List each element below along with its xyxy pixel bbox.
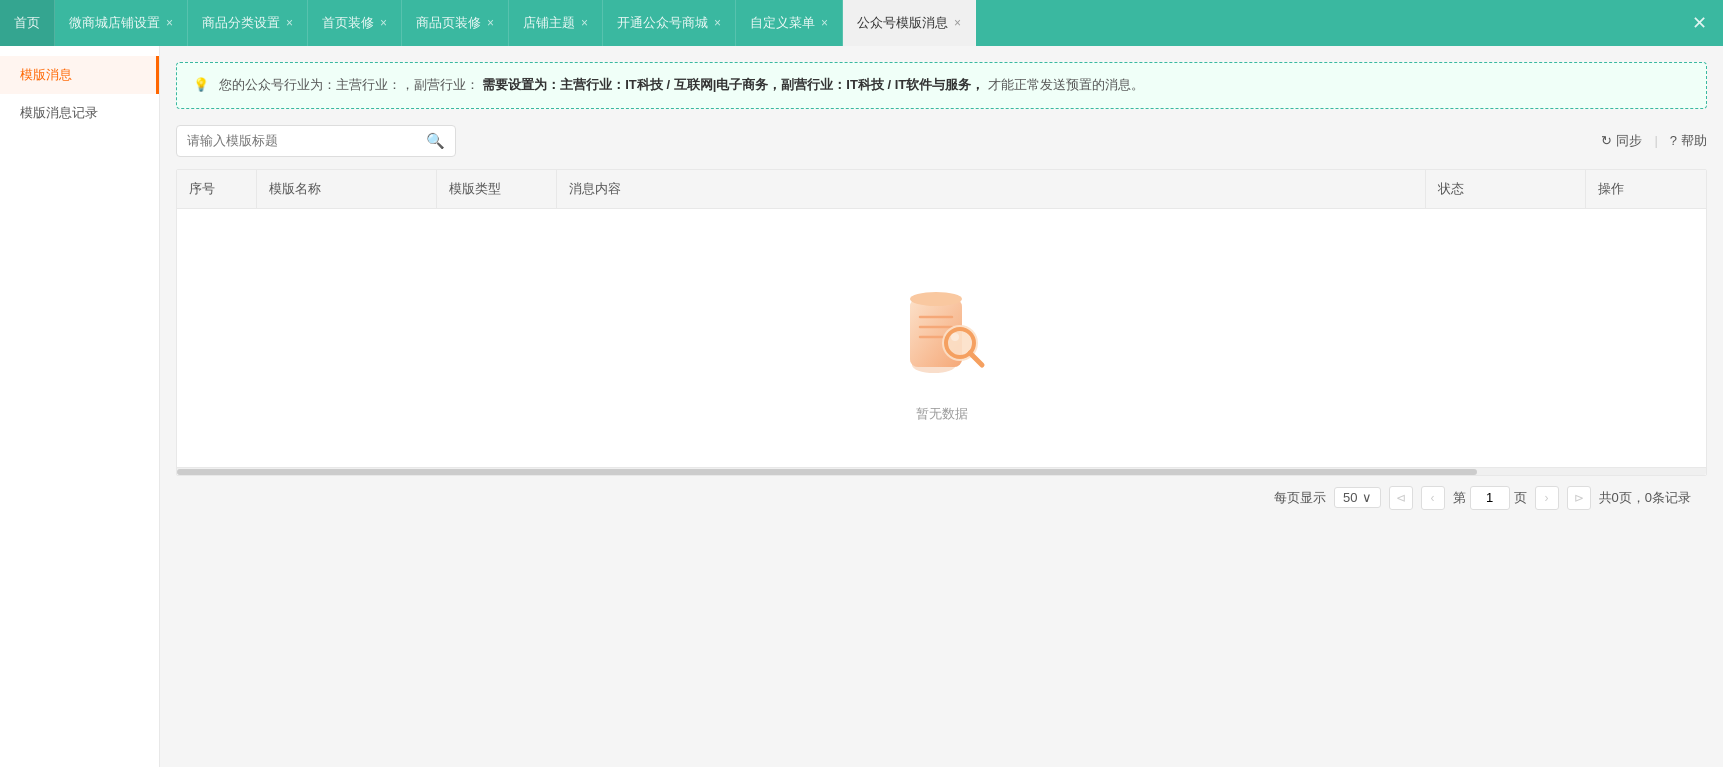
tab-home-decoration[interactable]: 首页装修 × [308,0,402,46]
next-page-button[interactable]: › [1535,486,1559,510]
notice-highlight: 需要设置为：主营行业：IT科技 / 互联网|电子商务，副营行业：IT科技 / I… [482,77,984,92]
tab-custom-menu-label: 自定义菜单 [750,14,815,32]
content-area: 💡 您的公众号行业为：主营行业：，副营行业： 需要设置为：主营行业：IT科技 /… [160,46,1723,767]
tab-custom-menu[interactable]: 自定义菜单 × [736,0,843,46]
chevron-down-icon: ∨ [1362,490,1372,505]
total-info: 共0页，0条记录 [1599,489,1691,507]
th-index: 序号 [177,170,257,208]
sidebar-item-template-message-label: 模版消息 [20,67,72,82]
th-action: 操作 [1586,170,1706,208]
tab-category-settings-label: 商品分类设置 [202,14,280,32]
tab-store-theme[interactable]: 店铺主题 × [509,0,603,46]
search-icon[interactable]: 🔍 [426,132,445,150]
last-page-button[interactable]: ⊳ [1567,486,1591,510]
close-icon[interactable]: × [380,16,387,30]
sync-label: 同步 [1616,132,1642,150]
tab-home-label: 首页 [14,14,40,32]
empty-illustration [882,269,1002,389]
close-icon[interactable]: × [286,16,293,30]
search-input[interactable] [187,133,426,148]
close-icon[interactable]: × [954,16,961,30]
notice-prefix: 您的公众号行业为：主营行业：，副营行业： [219,77,479,92]
pagination: 每页显示 50 ∨ ⊲ ‹ 第 页 › ⊳ 共0页，0条记录 [176,476,1707,520]
tab-wshop-settings[interactable]: 微商城店铺设置 × [55,0,188,46]
table-header: 序号 模版名称 模版类型 消息内容 状态 操作 [177,170,1706,209]
empty-state: 暂无数据 [177,209,1706,463]
tab-wshop-settings-label: 微商城店铺设置 [69,14,160,32]
th-content: 消息内容 [557,170,1426,208]
search-input-wrap[interactable]: 🔍 [176,125,456,157]
tab-template-message-label: 公众号模版消息 [857,14,948,32]
per-page-select[interactable]: 50 ∨ [1334,487,1380,508]
sidebar-item-template-message[interactable]: 模版消息 [0,56,159,94]
help-label: 帮助 [1681,132,1707,150]
per-page-label: 每页显示 [1274,489,1326,507]
tab-home-decoration-label: 首页装修 [322,14,374,32]
tab-open-wechat-mall-label: 开通公众号商城 [617,14,708,32]
per-page-value: 50 [1343,490,1357,505]
tab-open-wechat-mall[interactable]: 开通公众号商城 × [603,0,736,46]
th-name: 模版名称 [257,170,437,208]
data-table: 序号 模版名称 模版类型 消息内容 状态 操作 [176,169,1707,476]
sync-button[interactable]: ↻ 同步 [1601,132,1642,150]
sidebar-item-template-message-records-label: 模版消息记录 [20,105,98,120]
svg-line-9 [970,353,982,365]
tab-category-settings[interactable]: 商品分类设置 × [188,0,308,46]
close-icon[interactable]: × [166,16,173,30]
svg-point-6 [910,292,962,306]
tab-home[interactable]: 首页 [0,0,55,46]
page-number-input[interactable] [1470,486,1510,510]
tab-product-decoration-label: 商品页装修 [416,14,481,32]
sidebar-item-template-message-records[interactable]: 模版消息记录 [0,94,159,132]
help-icon: ? [1670,133,1677,148]
tab-product-decoration[interactable]: 商品页装修 × [402,0,509,46]
close-all-button[interactable]: ✕ [1676,12,1723,34]
notice-box: 💡 您的公众号行业为：主营行业：，副营行业： 需要设置为：主营行业：IT科技 /… [176,62,1707,109]
svg-point-10 [951,333,959,341]
close-all-icon: ✕ [1692,13,1707,33]
first-page-button[interactable]: ⊲ [1389,486,1413,510]
search-actions: ↻ 同步 | ? 帮助 [1601,132,1707,150]
top-nav: 首页 微商城店铺设置 × 商品分类设置 × 首页装修 × 商品页装修 × 店铺主… [0,0,1723,46]
page-suffix: 页 [1514,489,1527,507]
sync-icon: ↻ [1601,133,1612,148]
th-type: 模版类型 [437,170,557,208]
close-icon[interactable]: × [714,16,721,30]
close-icon[interactable]: × [581,16,588,30]
page-input-wrap: 第 页 [1453,486,1527,510]
sidebar: 模版消息 模版消息记录 [0,46,160,767]
page-label: 第 [1453,489,1466,507]
scrollbar-thumb[interactable] [177,469,1477,475]
scrollbar-track[interactable] [177,467,1706,475]
notice-suffix: 才能正常发送预置的消息。 [988,77,1144,92]
main-layout: 模版消息 模版消息记录 💡 您的公众号行业为：主营行业：，副营行业： 需要设置为… [0,46,1723,767]
tab-store-theme-label: 店铺主题 [523,14,575,32]
prev-page-button[interactable]: ‹ [1421,486,1445,510]
help-button[interactable]: ? 帮助 [1670,132,1707,150]
search-bar: 🔍 ↻ 同步 | ? 帮助 [176,125,1707,157]
notice-icon: 💡 [193,77,209,92]
tab-template-message[interactable]: 公众号模版消息 × [843,0,976,46]
empty-text: 暂无数据 [916,405,968,423]
divider: | [1654,133,1657,148]
th-status: 状态 [1426,170,1586,208]
close-icon[interactable]: × [487,16,494,30]
close-icon[interactable]: × [821,16,828,30]
